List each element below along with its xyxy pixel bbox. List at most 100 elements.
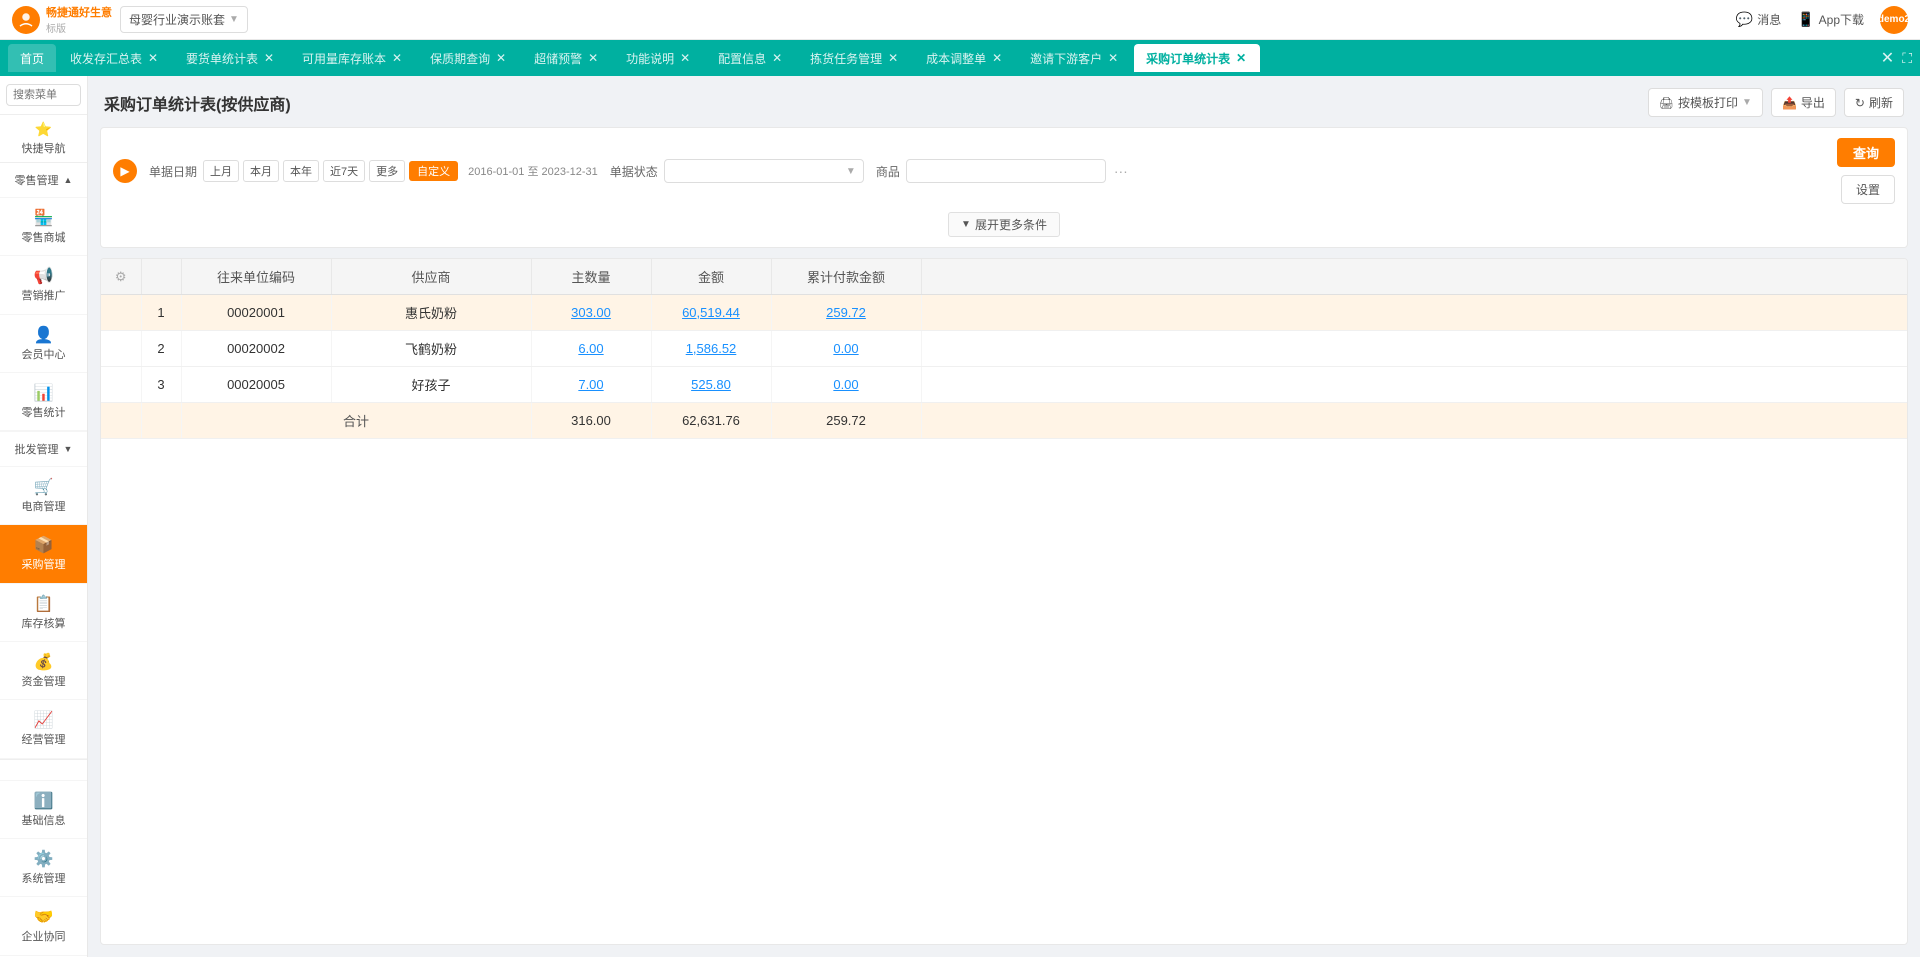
page-actions: 🖨 按模板打印 ▼ 📤 导出 ↻ 刷新	[1648, 88, 1904, 117]
tab-receive-send[interactable]: 收发存汇总表 ✕	[58, 44, 172, 72]
td-paid-amount-1[interactable]: 259.72	[771, 295, 921, 331]
td-amount-2[interactable]: 1,586.52	[651, 331, 771, 367]
tab-requisition[interactable]: 要货单统计表 ✕	[174, 44, 288, 72]
query-button[interactable]: 查询	[1837, 138, 1895, 167]
tab-close-picking-task[interactable]: ✕	[886, 51, 900, 65]
tab-close-available-stock[interactable]: ✕	[390, 51, 404, 65]
export-button[interactable]: 📤 导出	[1771, 88, 1836, 117]
sidebar-item-basic-info-2[interactable]: ℹ️ 基础信息	[0, 781, 87, 839]
user-avatar[interactable]: demo2	[1880, 6, 1908, 34]
tab-close-function-desc[interactable]: ✕	[678, 51, 692, 65]
table-row: 1 00020001 惠氏奶粉 303.00 60,519.44 259.72	[101, 295, 1907, 331]
nav-tabs-right: ✕ ⛶	[1881, 48, 1912, 68]
arrow-right-icon: ▶	[120, 164, 129, 178]
sidebar-item-enterprise-collab[interactable]: 🤝 企业协同	[0, 897, 87, 955]
td-main-qty-3[interactable]: 7.00	[531, 367, 651, 403]
th-empty	[921, 259, 1907, 295]
td-paid-amount-3[interactable]: 0.00	[771, 367, 921, 403]
date-shortcuts: 上月 本月 本年 近7天 更多 自定义	[203, 160, 458, 182]
status-select[interactable]: 待审核 已审核 已关闭	[664, 159, 864, 183]
logo-area: 畅捷通好生意 标版	[12, 4, 112, 35]
sidebar-item-retail-shop[interactable]: 🏪 零售商城	[0, 198, 87, 256]
message-button[interactable]: 💬 消息	[1736, 11, 1781, 28]
tab-overstock-warning[interactable]: 超储预警 ✕	[522, 44, 612, 72]
date-this-year[interactable]: 本年	[283, 160, 319, 182]
nav-expand-button[interactable]: ⛶	[1902, 50, 1912, 67]
refresh-button[interactable]: ↻ 刷新	[1844, 88, 1904, 117]
tab-function-desc[interactable]: 功能说明 ✕	[614, 44, 704, 72]
filter-panel: ▶ 单据日期 上月 本月 本年 近7天 更多 自定义 2016-0	[100, 127, 1908, 248]
collab-icon: 🤝	[34, 907, 54, 927]
nav-tabs: 首页 收发存汇总表 ✕ 要货单统计表 ✕ 可用量库存账本 ✕ 保质期查询 ✕ 超…	[0, 40, 1920, 76]
filter-row: ▶ 单据日期 上月 本月 本年 近7天 更多 自定义 2016-0	[113, 138, 1895, 204]
tab-expiry-query[interactable]: 保质期查询 ✕	[418, 44, 520, 72]
sidebar-item-member-center[interactable]: 👤 会员中心	[0, 315, 87, 373]
tab-close-purchase-stat[interactable]: ✕	[1234, 51, 1248, 65]
sidebar-item-ecommerce[interactable]: 🛒 电商管理	[0, 467, 87, 525]
sidebar-item-stock-check[interactable]: 📋 库存核算	[0, 584, 87, 642]
sidebar-item-capital-management[interactable]: 💰 资金管理	[0, 642, 87, 700]
tab-close-expiry-query[interactable]: ✕	[494, 51, 508, 65]
td-paid-amount-2[interactable]: 0.00	[771, 331, 921, 367]
td-total-settings	[101, 403, 141, 439]
table-total-row: 合计 316.00 62,631.76 259.72	[101, 403, 1907, 439]
th-main-qty: 主数量	[531, 259, 651, 295]
chevron-down-icon: ▼	[1742, 97, 1752, 108]
th-supplier-name: 供应商	[331, 259, 531, 295]
td-amount-1[interactable]: 60,519.44	[651, 295, 771, 331]
nav-close-button[interactable]: ✕	[1881, 48, 1894, 68]
th-amount: 金额	[651, 259, 771, 295]
tab-config-info[interactable]: 配置信息 ✕	[706, 44, 796, 72]
tab-close-overstock-warning[interactable]: ✕	[586, 51, 600, 65]
goods-input[interactable]	[906, 159, 1106, 183]
sidebar-item-retail-stats[interactable]: 📊 零售统计	[0, 373, 87, 431]
tab-close-config-info[interactable]: ✕	[770, 51, 784, 65]
tab-cost-adjust[interactable]: 成本调整单 ✕	[914, 44, 1016, 72]
date-custom-button[interactable]: 自定义	[409, 161, 458, 181]
app-download-button[interactable]: 📱 App下载	[1797, 11, 1864, 28]
stock-icon: 📋	[34, 594, 54, 614]
tab-available-stock[interactable]: 可用量库存账本 ✕	[290, 44, 416, 72]
workspace-selector[interactable]: 母婴行业演示账套 ▼	[120, 6, 248, 33]
td-amount-3[interactable]: 525.80	[651, 367, 771, 403]
td-main-qty-1[interactable]: 303.00	[531, 295, 651, 331]
date-this-month[interactable]: 本月	[243, 160, 279, 182]
sidebar-item-wholesale-management[interactable]: 批发管理 ▼	[0, 431, 87, 467]
tab-close-cost-adjust[interactable]: ✕	[990, 51, 1004, 65]
sidebar-item-retail-management[interactable]: 零售管理 ▲	[0, 163, 87, 198]
data-table: ⚙ 往来单位编码 供应商 主数量 金额 累计付款金额	[101, 259, 1907, 439]
sidebar-item-basic-info[interactable]	[0, 759, 87, 781]
tab-close-requisition[interactable]: ✕	[262, 51, 276, 65]
sidebar-item-system-management[interactable]: ⚙️ 系统管理	[0, 839, 87, 897]
tab-purchase-stat[interactable]: 采购订单统计表 ✕	[1134, 44, 1260, 72]
sidebar-item-operation-management[interactable]: 📈 经营管理	[0, 700, 87, 758]
purchase-icon: 📦	[34, 535, 54, 555]
date-last-month[interactable]: 上月	[203, 160, 239, 182]
tab-picking-task[interactable]: 拣货任务管理 ✕	[798, 44, 912, 72]
system-icon: ⚙️	[34, 849, 54, 869]
export-icon: 📤	[1782, 96, 1797, 110]
sidebar-item-marketing[interactable]: 📢 营销推广	[0, 256, 87, 314]
tab-close-invite-downstream[interactable]: ✕	[1106, 51, 1120, 65]
capital-icon: 💰	[34, 652, 54, 672]
operation-icon: 📈	[34, 710, 54, 730]
td-total-label: 合计	[181, 403, 531, 439]
sidebar-item-quick-nav[interactable]: ⭐ 快捷导航	[0, 115, 87, 163]
search-input[interactable]	[6, 84, 81, 106]
td-settings-1	[101, 295, 141, 331]
marketing-icon: 📢	[34, 266, 54, 286]
tab-close-receive-send[interactable]: ✕	[146, 51, 160, 65]
expand-more-button[interactable]: ▼ 展开更多条件	[948, 212, 1060, 237]
settings-icon[interactable]: ⚙	[115, 269, 127, 284]
td-main-qty-2[interactable]: 6.00	[531, 331, 651, 367]
filter-toggle-button[interactable]: ▶	[113, 159, 137, 183]
print-button[interactable]: 🖨 按模板打印 ▼	[1648, 88, 1763, 117]
sidebar-item-purchase-management[interactable]: 📦 采购管理	[0, 525, 87, 583]
date-more[interactable]: 更多	[369, 160, 405, 182]
date-7-days[interactable]: 近7天	[323, 160, 365, 182]
more-options-icon[interactable]: ···	[1114, 163, 1128, 179]
tab-home[interactable]: 首页	[8, 44, 56, 72]
tab-invite-downstream[interactable]: 邀请下游客户 ✕	[1018, 44, 1132, 72]
settings-button[interactable]: 设置	[1841, 175, 1895, 204]
message-icon: 💬	[1736, 11, 1753, 28]
